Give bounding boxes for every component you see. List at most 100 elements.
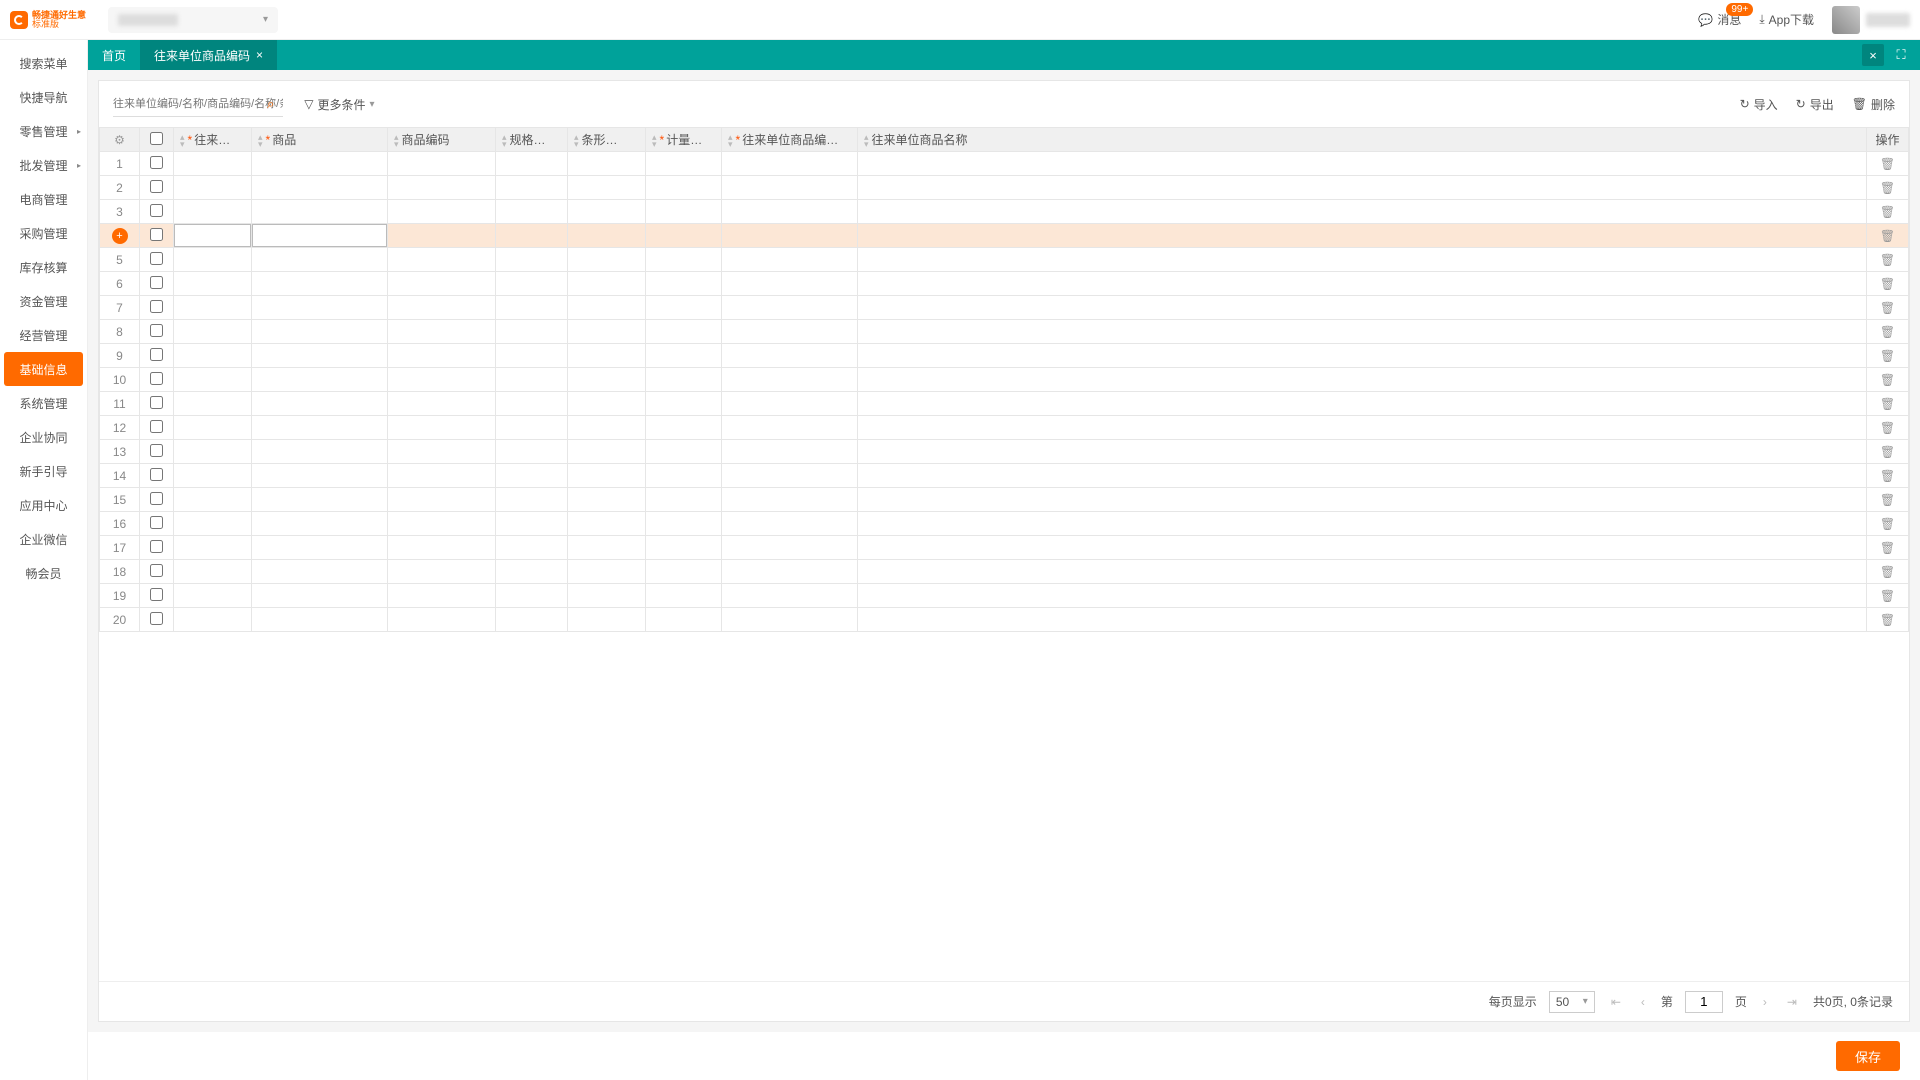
- cell[interactable]: [568, 344, 646, 368]
- cell[interactable]: [388, 584, 496, 608]
- cell[interactable]: [252, 176, 388, 200]
- cell[interactable]: [858, 584, 1867, 608]
- cell[interactable]: [388, 488, 496, 512]
- cell[interactable]: [174, 176, 252, 200]
- trash-icon[interactable]: 🗑: [1880, 205, 1895, 219]
- table-row[interactable]: 13🗑: [100, 440, 1909, 464]
- cell[interactable]: [646, 488, 722, 512]
- trash-icon[interactable]: 🗑: [1880, 541, 1895, 555]
- page-input[interactable]: [1685, 991, 1723, 1013]
- table-row[interactable]: +🗑: [100, 224, 1909, 248]
- row-checkbox[interactable]: [150, 324, 163, 337]
- cell[interactable]: [496, 320, 568, 344]
- select-all-checkbox[interactable]: [150, 132, 163, 145]
- cell[interactable]: [496, 584, 568, 608]
- trash-icon[interactable]: 🗑: [1880, 517, 1895, 531]
- cell[interactable]: [388, 152, 496, 176]
- sidebar-item[interactable]: 零售管理▸: [0, 114, 87, 148]
- cell[interactable]: [858, 200, 1867, 224]
- per-page-select[interactable]: 50 ▾: [1549, 991, 1595, 1013]
- row-checkbox[interactable]: [150, 372, 163, 385]
- cell[interactable]: [646, 248, 722, 272]
- trash-icon[interactable]: 🗑: [1880, 493, 1895, 507]
- cell[interactable]: [858, 368, 1867, 392]
- table-row[interactable]: 20🗑: [100, 608, 1909, 632]
- fullscreen-button[interactable]: ⛶: [1890, 44, 1912, 66]
- cell[interactable]: [252, 464, 388, 488]
- cell[interactable]: [496, 272, 568, 296]
- cell[interactable]: [174, 416, 252, 440]
- cell[interactable]: [646, 200, 722, 224]
- cell[interactable]: [496, 512, 568, 536]
- col-partner[interactable]: ▴▾*往来…: [174, 128, 252, 152]
- cell[interactable]: [388, 224, 496, 248]
- cell[interactable]: [496, 488, 568, 512]
- cell[interactable]: [174, 224, 252, 248]
- cell[interactable]: [174, 392, 252, 416]
- cell[interactable]: [722, 152, 858, 176]
- cell[interactable]: [646, 416, 722, 440]
- row-checkbox[interactable]: [150, 300, 163, 313]
- cell[interactable]: [252, 392, 388, 416]
- cell[interactable]: [646, 272, 722, 296]
- sidebar-item[interactable]: 企业协同: [0, 420, 87, 454]
- table-row[interactable]: 5🗑: [100, 248, 1909, 272]
- cell[interactable]: [174, 272, 252, 296]
- table-row[interactable]: 12🗑: [100, 416, 1909, 440]
- cell[interactable]: [722, 248, 858, 272]
- table-row[interactable]: 10🗑: [100, 368, 1909, 392]
- table-row[interactable]: 19🗑: [100, 584, 1909, 608]
- cell[interactable]: [388, 272, 496, 296]
- cell[interactable]: [722, 512, 858, 536]
- row-checkbox[interactable]: [150, 348, 163, 361]
- close-icon[interactable]: ×: [256, 48, 263, 62]
- cell[interactable]: [722, 440, 858, 464]
- cell[interactable]: [174, 200, 252, 224]
- cell[interactable]: [388, 440, 496, 464]
- row-checkbox[interactable]: [150, 612, 163, 625]
- search-input[interactable]: [113, 91, 283, 117]
- col-product[interactable]: ▴▾*商品: [252, 128, 388, 152]
- row-checkbox[interactable]: [150, 492, 163, 505]
- trash-icon[interactable]: 🗑: [1880, 229, 1895, 243]
- trash-icon[interactable]: 🗑: [1880, 253, 1895, 267]
- cell[interactable]: [388, 512, 496, 536]
- cell[interactable]: [722, 488, 858, 512]
- cell[interactable]: [496, 344, 568, 368]
- cell[interactable]: [858, 560, 1867, 584]
- cell[interactable]: [858, 320, 1867, 344]
- cell[interactable]: [174, 560, 252, 584]
- trash-icon[interactable]: 🗑: [1880, 565, 1895, 579]
- trash-icon[interactable]: 🗑: [1880, 325, 1895, 339]
- cell[interactable]: [252, 584, 388, 608]
- row-checkbox[interactable]: [150, 204, 163, 217]
- cell[interactable]: [858, 152, 1867, 176]
- trash-icon[interactable]: 🗑: [1880, 613, 1895, 627]
- row-checkbox[interactable]: [150, 396, 163, 409]
- sidebar-item[interactable]: 采购管理: [0, 216, 87, 250]
- cell[interactable]: [722, 296, 858, 320]
- cell[interactable]: [252, 536, 388, 560]
- sidebar-item[interactable]: 系统管理: [0, 386, 87, 420]
- sidebar-item[interactable]: 搜索菜单: [0, 46, 87, 80]
- trash-icon[interactable]: 🗑: [1880, 349, 1895, 363]
- cell[interactable]: [388, 536, 496, 560]
- cell[interactable]: [858, 608, 1867, 632]
- trash-icon[interactable]: 🗑: [1880, 301, 1895, 315]
- cell[interactable]: [496, 560, 568, 584]
- cell[interactable]: [252, 296, 388, 320]
- first-page-button[interactable]: ⇤: [1607, 995, 1625, 1009]
- cell[interactable]: [174, 488, 252, 512]
- cell[interactable]: [252, 200, 388, 224]
- cell[interactable]: [646, 368, 722, 392]
- cell[interactable]: [252, 272, 388, 296]
- cell[interactable]: [646, 320, 722, 344]
- cell[interactable]: [174, 608, 252, 632]
- cell[interactable]: [496, 176, 568, 200]
- cell[interactable]: [646, 392, 722, 416]
- sidebar-item[interactable]: 应用中心: [0, 488, 87, 522]
- sidebar-item[interactable]: 快捷导航: [0, 80, 87, 114]
- cell[interactable]: [388, 464, 496, 488]
- cell[interactable]: [568, 392, 646, 416]
- row-checkbox[interactable]: [150, 228, 163, 241]
